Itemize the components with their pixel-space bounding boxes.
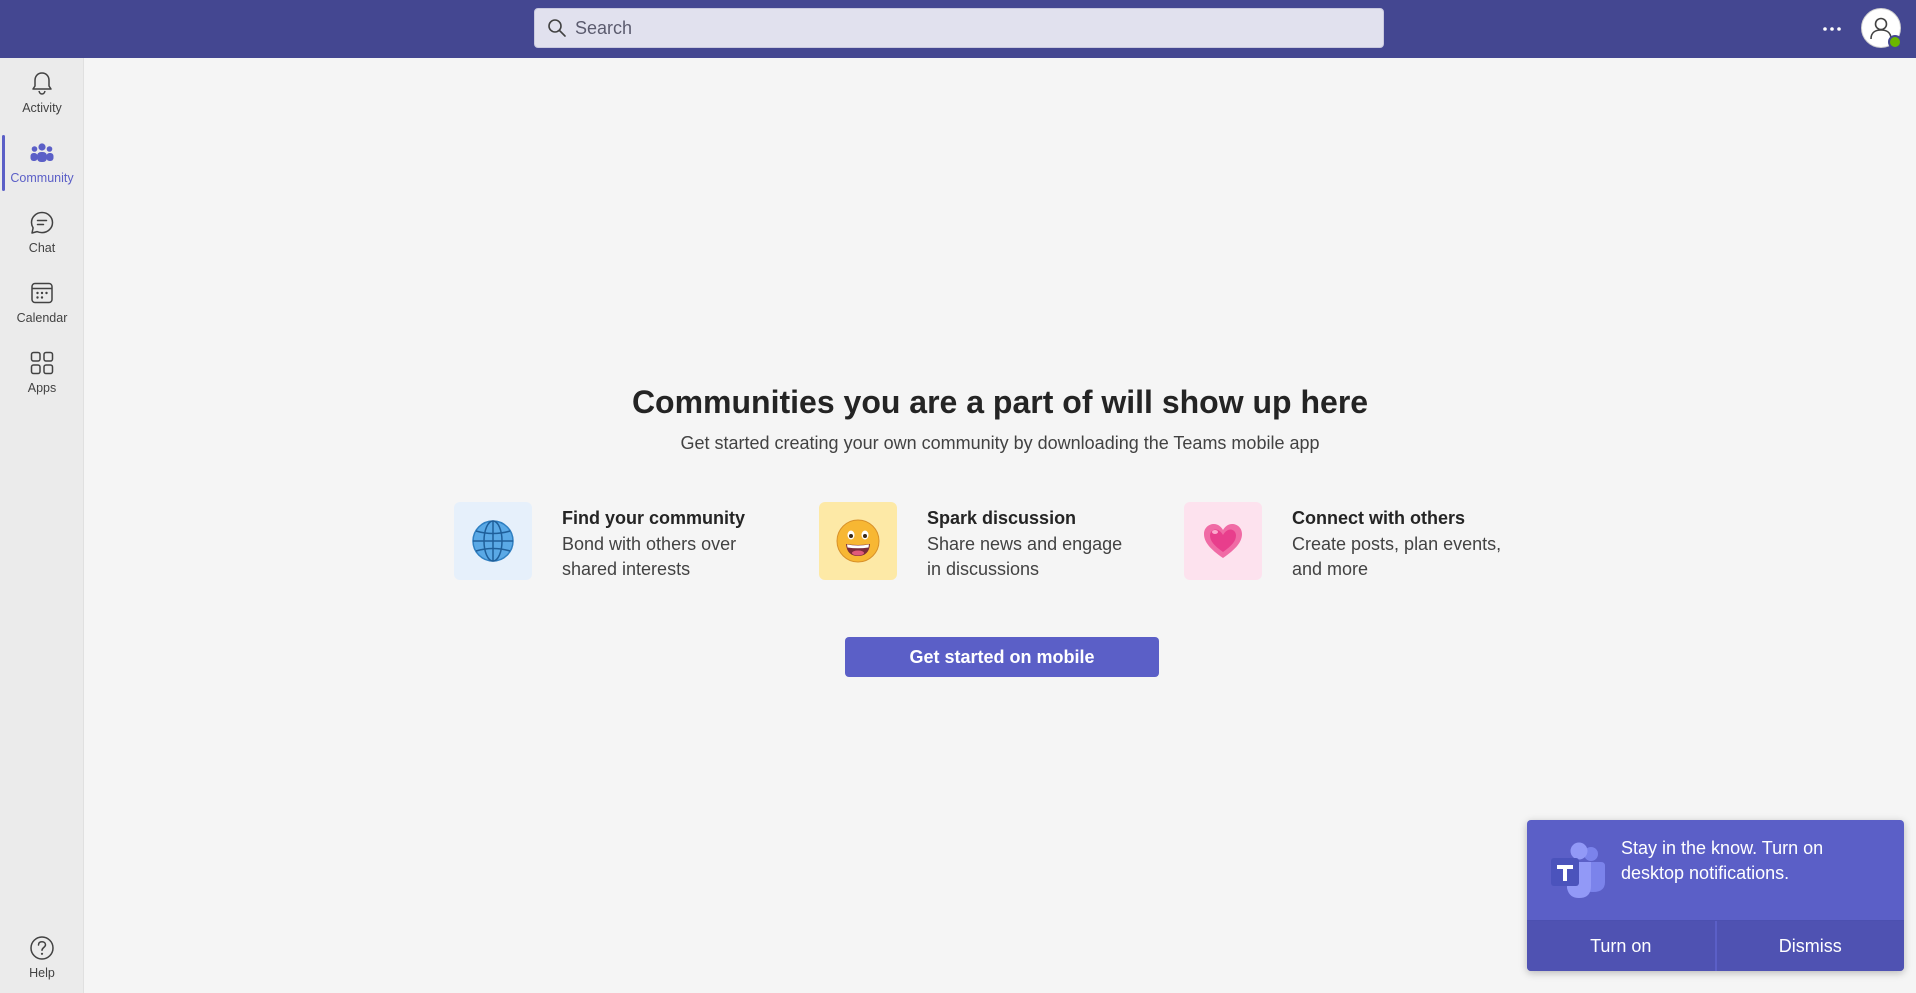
toast-message: Stay in the know. Turn on desktop notifi… [1621, 838, 1824, 883]
heart-icon [1184, 502, 1262, 580]
rail-item-label: Apps [27, 381, 57, 395]
grinning-face-icon [819, 502, 897, 580]
people-community-icon [30, 143, 54, 162]
feature-title: Spark discussion [927, 508, 1077, 528]
bell-icon [32, 72, 52, 95]
rail-item-community[interactable]: Community [0, 131, 84, 193]
globe-icon [454, 502, 532, 580]
more-horizontal-icon [1823, 27, 1841, 31]
rail-item-label: Community [10, 171, 74, 185]
rail-item-label: Help [29, 966, 55, 980]
feature-spark-discussion: Spark discussion Share news and engage i… [819, 502, 1139, 582]
calendar-icon [31, 282, 53, 304]
notification-toast: Stay in the know. Turn on desktop notifi… [1527, 820, 1904, 971]
feature-description: Create posts, plan events, and more [1292, 534, 1502, 579]
presence-available-badge [1888, 35, 1902, 49]
help-icon [30, 936, 54, 960]
feature-title: Find your community [562, 508, 746, 528]
rail-item-label: Chat [28, 241, 56, 255]
rail-item-label: Calendar [16, 311, 68, 325]
rail-item-activity[interactable]: Activity [0, 61, 84, 123]
top-bar [0, 0, 1916, 58]
search-input[interactable] [575, 17, 1355, 39]
turn-on-notifications-button[interactable]: Turn on [1527, 921, 1715, 971]
dismiss-button[interactable]: Dismiss [1714, 921, 1904, 971]
feature-description: Bond with others over shared interests [562, 534, 737, 579]
app-rail: Activity Community Chat Calendar Apps He… [0, 58, 84, 993]
rail-item-apps[interactable]: Apps [0, 341, 84, 403]
get-started-mobile-button[interactable]: Get started on mobile [845, 637, 1159, 677]
avatar[interactable] [1861, 8, 1902, 49]
rail-item-chat[interactable]: Chat [0, 201, 84, 263]
feature-find-community: Find your community Bond with others ove… [454, 502, 774, 582]
rail-item-help[interactable]: Help [0, 926, 84, 988]
more-options-button[interactable] [1814, 14, 1850, 44]
rail-item-label: Activity [22, 101, 62, 115]
chat-icon [30, 211, 54, 234]
page-title: Communities you are a part of will show … [631, 384, 1369, 420]
feature-description: Share news and engage in discussions [927, 534, 1123, 579]
teams-logo-icon [1551, 842, 1605, 898]
rail-item-calendar[interactable]: Calendar [0, 271, 84, 333]
feature-connect-others: Connect with others Create posts, plan e… [1184, 502, 1504, 582]
page-subtitle: Get started creating your own community … [680, 433, 1320, 453]
search-icon [548, 19, 566, 37]
feature-title: Connect with others [1292, 508, 1466, 528]
apps-grid-icon [30, 351, 54, 375]
toast-actions: Turn on Dismiss [1527, 920, 1904, 971]
search-box[interactable] [534, 8, 1384, 48]
